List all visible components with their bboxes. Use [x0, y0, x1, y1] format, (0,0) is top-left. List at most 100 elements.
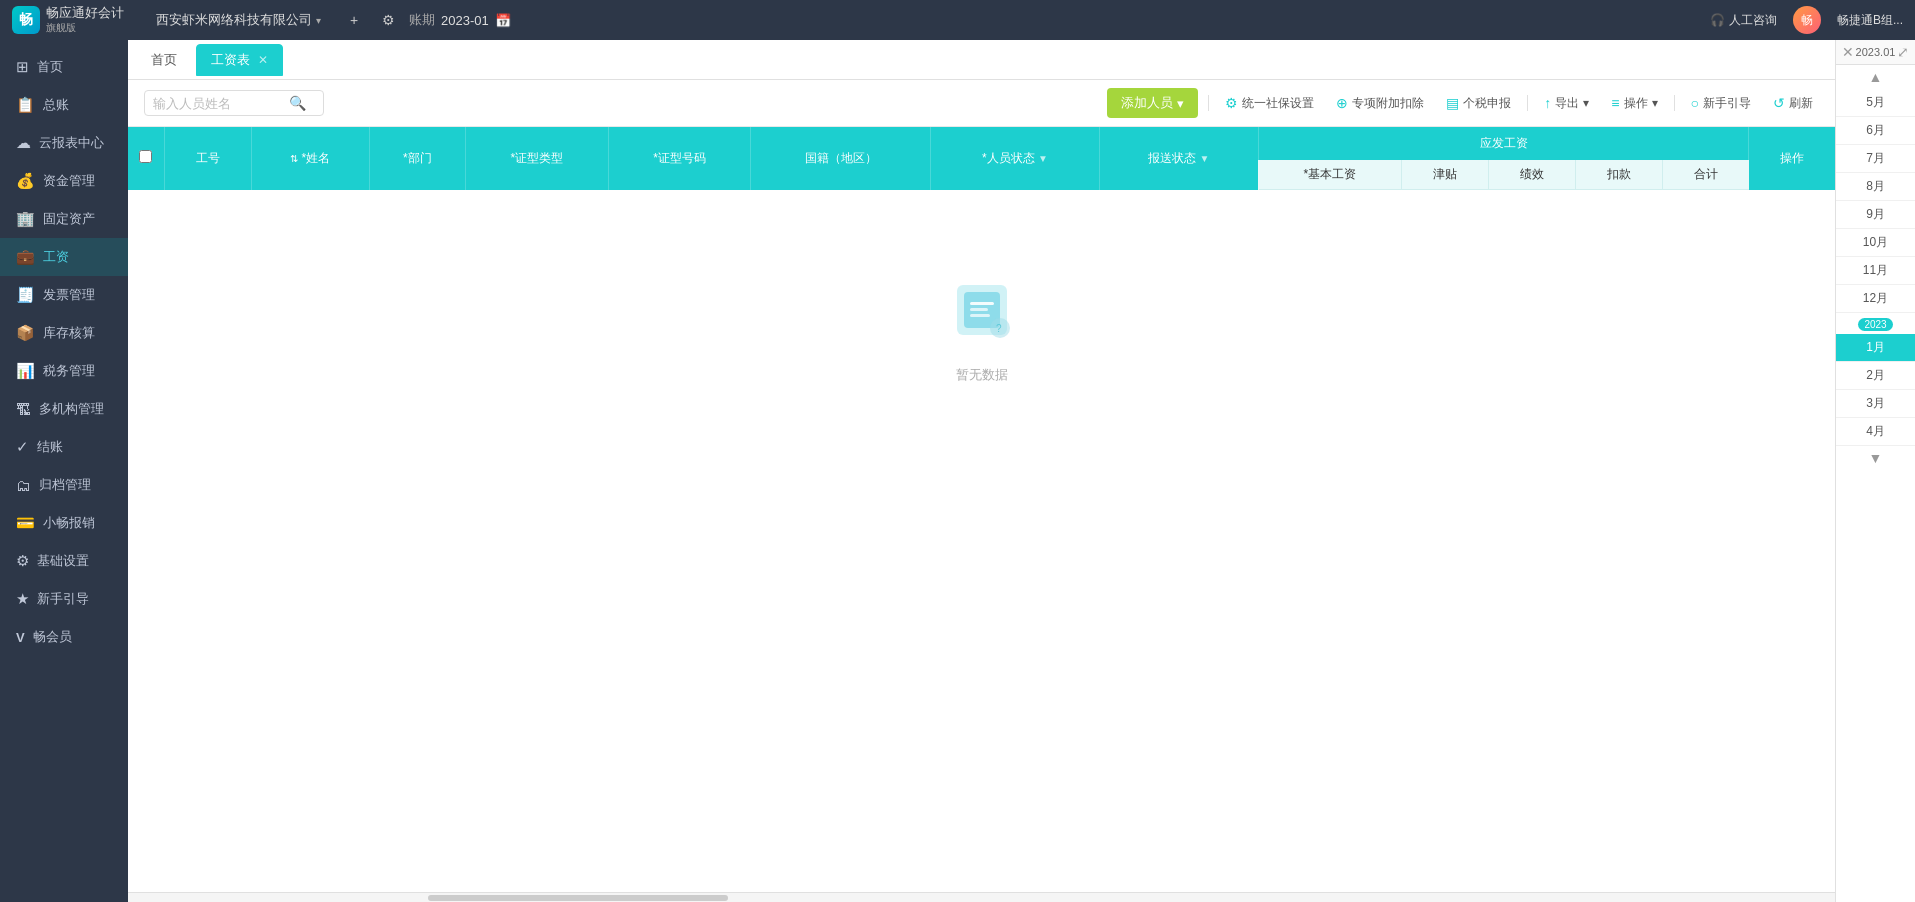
table-container: 工号 ⇅ *姓名 *部门 *证型类型 *证型号码 国籍（地区） *人员状态 ▼	[128, 127, 1835, 892]
export-dropdown-icon: ▾	[1583, 96, 1589, 110]
date-item-feb[interactable]: 2月	[1836, 362, 1915, 390]
date-item-11[interactable]: 11月	[1836, 257, 1915, 285]
chevron-down-icon: ▾	[316, 15, 321, 26]
th-id: 工号	[164, 127, 251, 190]
th-basic-salary: *基本工资	[1258, 160, 1401, 190]
sidebar-item-close[interactable]: ✓ 结账	[0, 428, 128, 466]
member-icon: V	[16, 630, 25, 645]
company-selector[interactable]: 西安虾米网络科技有限公司 ▾	[148, 7, 329, 33]
svg-rect-2	[970, 302, 994, 305]
sidebar-item-tax[interactable]: 📊 税务管理	[0, 352, 128, 390]
guide-action[interactable]: ○ 新手引导	[1685, 91, 1757, 116]
sidebar-item-inventory[interactable]: 📦 库存核算	[0, 314, 128, 352]
sidebar: ⊞ 首页 📋 总账 ☁ 云报表中心 💰 资金管理 🏢 固定资产 💼 工资 🧾 发…	[0, 40, 128, 902]
tab-payroll-label: 工资表	[211, 51, 250, 69]
sidebar-item-guide[interactable]: ★ 新手引导	[0, 580, 128, 618]
user-name[interactable]: 畅捷通B组...	[1837, 12, 1903, 29]
sidebar-item-invoice[interactable]: 🧾 发票管理	[0, 276, 128, 314]
logo-text-group: 畅应通好会计 旗舰版	[46, 5, 124, 35]
date-item-9[interactable]: 9月	[1836, 201, 1915, 229]
date-panel-close-button[interactable]: ✕	[1842, 44, 1854, 60]
date-item-5[interactable]: 5月	[1836, 89, 1915, 117]
tax-report-action[interactable]: ▤ 个税申报	[1440, 91, 1517, 116]
sidebar-label-invoice: 发票管理	[43, 286, 95, 304]
export-label: 导出	[1555, 95, 1579, 112]
checkbox-header[interactable]	[128, 127, 164, 190]
export-action[interactable]: ↑ 导出 ▾	[1538, 91, 1595, 116]
tab-bar: 首页 工资表 ✕	[128, 40, 1835, 80]
date-item-apr[interactable]: 4月	[1836, 418, 1915, 446]
guide-action-icon: ○	[1691, 95, 1699, 111]
add-button[interactable]: +	[341, 7, 367, 33]
tab-payroll[interactable]: 工资表 ✕	[196, 44, 283, 76]
sidebar-item-assets[interactable]: 🏢 固定资产	[0, 200, 128, 238]
social-settings-label: 统一社保设置	[1242, 95, 1314, 112]
fund-icon: 💰	[16, 172, 35, 190]
ledger-icon: 📋	[16, 96, 35, 114]
company-name: 西安虾米网络科技有限公司	[156, 11, 312, 29]
date-item-12[interactable]: 12月	[1836, 285, 1915, 313]
add-person-dropdown-icon: ▾	[1177, 96, 1184, 111]
sidebar-item-expense[interactable]: 💳 小畅报销	[0, 504, 128, 542]
tab-home[interactable]: 首页	[136, 44, 192, 76]
social-settings-icon: ⚙	[1225, 95, 1238, 111]
th-total: 合计	[1663, 160, 1749, 190]
deduct-action[interactable]: ⊕ 专项附加扣除	[1330, 91, 1430, 116]
plus-icon: +	[350, 12, 358, 28]
sidebar-item-ledger[interactable]: 📋 总账	[0, 86, 128, 124]
svg-rect-4	[970, 314, 990, 317]
date-nav-down-button[interactable]: ▼	[1836, 446, 1915, 470]
refresh-action[interactable]: ↺ 刷新	[1767, 91, 1819, 116]
refresh-icon: ↺	[1773, 95, 1785, 111]
top-bar: 畅 畅应通好会计 旗舰版 西安虾米网络科技有限公司 ▾ + ⚙ 账期 2023-…	[0, 0, 1915, 40]
th-report-status: 报送状态 ▼	[1099, 127, 1258, 190]
sidebar-item-settings[interactable]: ⚙ 基础设置	[0, 542, 128, 580]
settings-button[interactable]: ⚙	[375, 7, 401, 33]
support-button[interactable]: 🎧 人工咨询	[1710, 12, 1777, 29]
ops-action[interactable]: ≡ 操作 ▾	[1605, 91, 1663, 116]
user-avatar[interactable]: 畅	[1793, 6, 1821, 34]
date-item-7[interactable]: 7月	[1836, 145, 1915, 173]
period-info: 账期 2023-01 📅	[409, 11, 511, 29]
tab-close-icon[interactable]: ✕	[258, 53, 268, 67]
current-year-badge-row: 2023	[1836, 313, 1915, 334]
date-nav-up-button[interactable]: ▲	[1836, 65, 1915, 89]
top-bar-quick-actions: + ⚙	[341, 7, 401, 33]
sidebar-item-home[interactable]: ⊞ 首页	[0, 48, 128, 86]
sidebar-item-cloud[interactable]: ☁ 云报表中心	[0, 124, 128, 162]
svg-rect-3	[970, 308, 988, 311]
tax-report-label: 个税申报	[1463, 95, 1511, 112]
select-all-checkbox[interactable]	[139, 150, 152, 163]
sidebar-item-multi[interactable]: 🏗 多机构管理	[0, 390, 128, 428]
sidebar-item-member[interactable]: V 畅会员	[0, 618, 128, 656]
add-person-button[interactable]: 添加人员 ▾	[1107, 88, 1198, 118]
date-item-10[interactable]: 10月	[1836, 229, 1915, 257]
date-item-8[interactable]: 8月	[1836, 173, 1915, 201]
divider-1	[1208, 95, 1209, 111]
search-icon[interactable]: 🔍	[289, 95, 306, 111]
scrollbar-thumb[interactable]	[428, 895, 728, 901]
th-nation: 国籍（地区）	[751, 127, 931, 190]
tax-report-icon: ▤	[1446, 95, 1459, 111]
refresh-label: 刷新	[1789, 95, 1813, 112]
sidebar-item-payroll[interactable]: 💼 工资	[0, 238, 128, 276]
scrollbar-track	[128, 893, 1835, 902]
status-filter-icon[interactable]: ▼	[1038, 153, 1048, 164]
headset-icon: 🎧	[1710, 13, 1725, 27]
empty-text: 暂无数据	[956, 366, 1008, 384]
social-settings-action[interactable]: ⚙ 统一社保设置	[1219, 91, 1320, 116]
tab-home-label: 首页	[151, 51, 177, 69]
basic-settings-icon: ⚙	[16, 552, 29, 570]
invoice-icon: 🧾	[16, 286, 35, 304]
sidebar-item-archive[interactable]: 🗂 归档管理	[0, 466, 128, 504]
app-name: 畅应通好会计	[46, 5, 124, 21]
date-item-6[interactable]: 6月	[1836, 117, 1915, 145]
date-panel-expand-button[interactable]: ⤢	[1897, 44, 1909, 60]
date-item-jan[interactable]: 1月	[1836, 334, 1915, 362]
search-input[interactable]	[153, 96, 283, 111]
date-item-mar[interactable]: 3月	[1836, 390, 1915, 418]
horizontal-scrollbar[interactable]	[128, 892, 1835, 902]
sidebar-item-fund[interactable]: 💰 资金管理	[0, 162, 128, 200]
report-filter-icon[interactable]: ▼	[1200, 153, 1210, 164]
calendar-icon[interactable]: 📅	[495, 13, 511, 28]
